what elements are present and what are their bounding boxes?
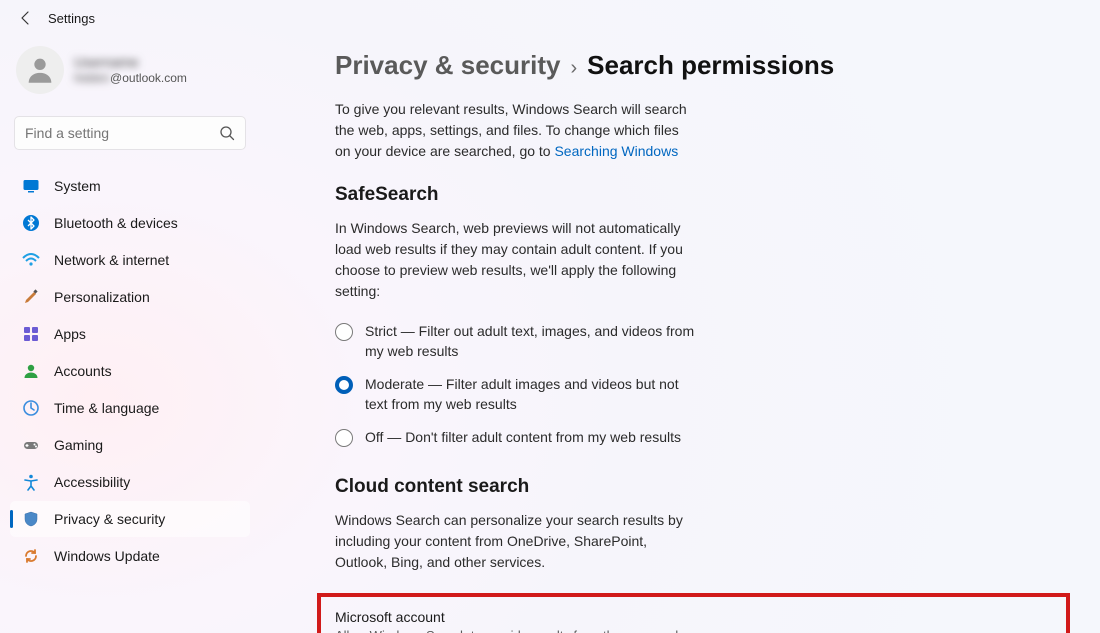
app-title: Settings <box>48 11 95 26</box>
back-button[interactable] <box>14 6 38 30</box>
ms-account-block: Microsoft account Allow Windows Search t… <box>335 607 695 633</box>
sidebar-item-system[interactable]: System <box>10 168 250 204</box>
radio-strict[interactable]: Strict — Filter out adult text, images, … <box>335 322 695 361</box>
sidebar-item-label: Accounts <box>54 363 112 379</box>
paintbrush-icon <box>22 288 40 306</box>
sidebar-item-apps[interactable]: Apps <box>10 316 250 352</box>
sidebar-item-accounts[interactable]: Accounts <box>10 353 250 389</box>
safesearch-heading: SafeSearch <box>335 184 1040 206</box>
highlighted-region: Microsoft account Allow Windows Search t… <box>317 593 1070 633</box>
update-icon <box>22 547 40 565</box>
page-title: Search permissions <box>587 50 834 81</box>
person-icon <box>22 362 40 380</box>
sidebar-item-label: Network & internet <box>54 252 169 268</box>
search-input[interactable] <box>25 125 219 141</box>
gamepad-icon <box>22 436 40 454</box>
sidebar-item-label: Gaming <box>54 437 103 453</box>
radio-label: Moderate — Filter adult images and video… <box>365 375 695 414</box>
ms-account-title: Microsoft account <box>335 609 695 625</box>
radio-icon <box>335 323 353 341</box>
sidebar-item-label: System <box>54 178 101 194</box>
sidebar-item-time-language[interactable]: Time & language <box>10 390 250 426</box>
sidebar-item-windows-update[interactable]: Windows Update <box>10 538 250 574</box>
profile-name: Username <box>74 54 187 72</box>
search-icon <box>219 125 235 141</box>
profile-email: hidden@outlook.com <box>74 71 187 86</box>
sidebar-item-privacy-security[interactable]: Privacy & security <box>10 501 250 537</box>
intro-text: To give you relevant results, Windows Se… <box>335 99 695 162</box>
sidebar-item-label: Time & language <box>54 400 159 416</box>
sidebar-item-network[interactable]: Network & internet <box>10 242 250 278</box>
breadcrumb: Privacy & security › Search permissions <box>335 50 1040 81</box>
sidebar-item-accessibility[interactable]: Accessibility <box>10 464 250 500</box>
avatar <box>16 46 64 94</box>
sidebar-item-label: Bluetooth & devices <box>54 215 178 231</box>
sidebar-item-label: Privacy & security <box>54 511 165 527</box>
searching-windows-link[interactable]: Searching Windows <box>554 143 678 159</box>
safesearch-radio-group: Strict — Filter out adult text, images, … <box>335 322 695 448</box>
display-icon <box>22 177 40 195</box>
radio-label: Off — Don't filter adult content from my… <box>365 428 681 448</box>
safesearch-desc: In Windows Search, web previews will not… <box>335 218 695 302</box>
sidebar-item-label: Windows Update <box>54 548 160 564</box>
accessibility-icon <box>22 473 40 491</box>
shield-icon <box>22 510 40 528</box>
sidebar-item-personalization[interactable]: Personalization <box>10 279 250 315</box>
radio-label: Strict — Filter out adult text, images, … <box>365 322 695 361</box>
content-area: Privacy & security › Search permissions … <box>260 32 1100 633</box>
bluetooth-icon <box>22 214 40 232</box>
radio-icon <box>335 429 353 447</box>
radio-moderate[interactable]: Moderate — Filter adult images and video… <box>335 375 695 414</box>
wifi-icon <box>22 251 40 269</box>
sidebar-item-gaming[interactable]: Gaming <box>10 427 250 463</box>
sidebar: Username hidden@outlook.com System Bluet… <box>0 32 260 633</box>
arrow-left-icon <box>18 10 34 26</box>
profile-block[interactable]: Username hidden@outlook.com <box>6 40 254 106</box>
sidebar-item-label: Apps <box>54 326 86 342</box>
sidebar-item-label: Accessibility <box>54 474 130 490</box>
cloud-heading: Cloud content search <box>335 476 1040 498</box>
person-icon <box>23 53 57 87</box>
apps-icon <box>22 325 40 343</box>
chevron-right-icon: › <box>570 57 577 80</box>
radio-off[interactable]: Off — Don't filter adult content from my… <box>335 428 695 448</box>
ms-account-desc: Allow Windows Search to provide results … <box>335 627 695 633</box>
globe-clock-icon <box>22 399 40 417</box>
radio-icon <box>335 376 353 394</box>
titlebar: Settings <box>0 0 1100 32</box>
profile-text: Username hidden@outlook.com <box>74 54 187 87</box>
cloud-desc: Windows Search can personalize your sear… <box>335 510 695 573</box>
breadcrumb-parent[interactable]: Privacy & security <box>335 50 560 81</box>
sidebar-item-label: Personalization <box>54 289 150 305</box>
sidebar-item-bluetooth[interactable]: Bluetooth & devices <box>10 205 250 241</box>
nav-list: System Bluetooth & devices Network & int… <box>6 168 254 574</box>
search-box[interactable] <box>14 116 246 150</box>
